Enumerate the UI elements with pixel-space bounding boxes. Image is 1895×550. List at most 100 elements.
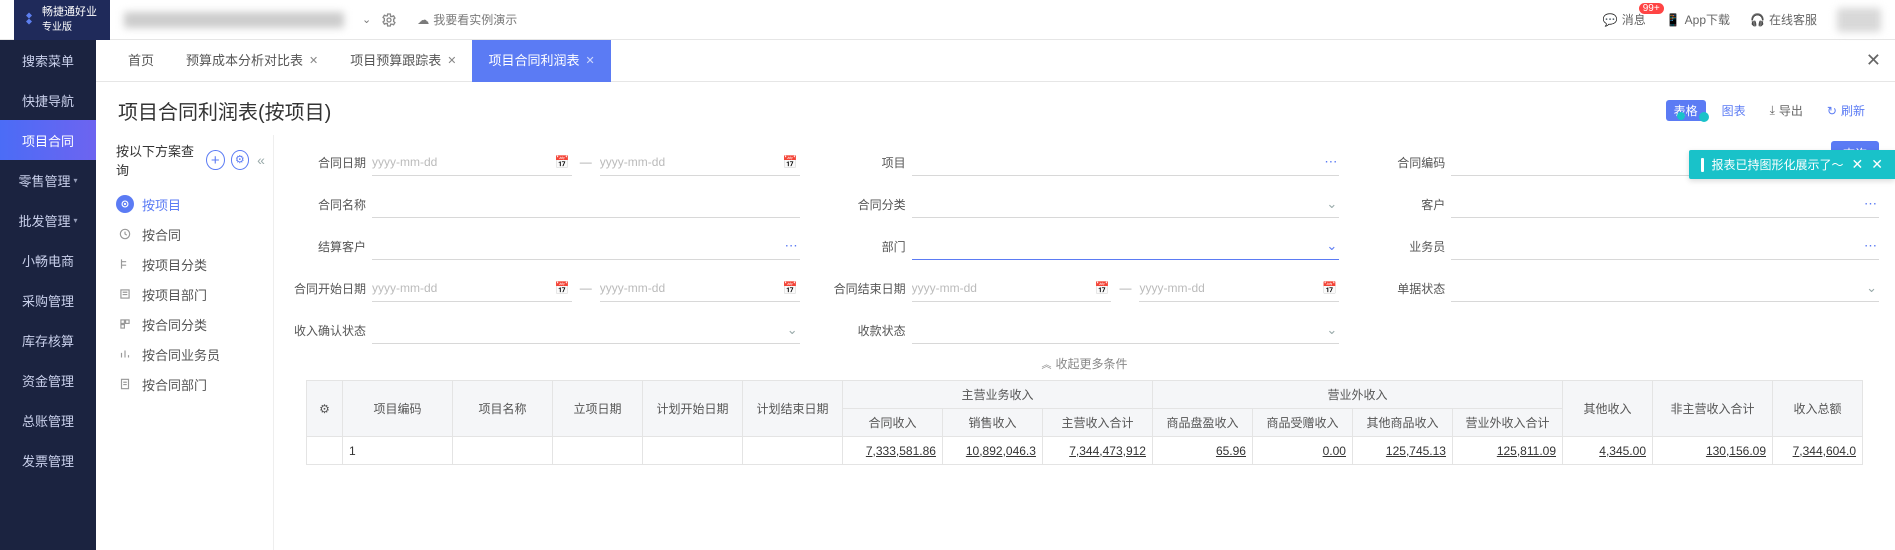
field-collect-status: 收款状态⌄: [830, 309, 1340, 351]
col-goods-gift[interactable]: 商品受赠收入: [1252, 409, 1352, 437]
contract-end-from[interactable]: [912, 281, 1112, 295]
scheme-by-salesman[interactable]: 按合同业务员: [116, 339, 265, 369]
scheme-by-contract[interactable]: 按合同: [116, 219, 265, 249]
table-settings-button[interactable]: ⚙: [306, 381, 342, 437]
close-icon[interactable]: ✕: [447, 40, 456, 82]
col-project-name[interactable]: 项目名称: [452, 381, 552, 437]
cloud-icon: ☁: [417, 13, 429, 27]
collect-status-input[interactable]: [912, 323, 1340, 337]
sidebar-item-procure[interactable]: 采购管理: [0, 280, 96, 320]
collapse-conditions[interactable]: ︽收起更多条件: [290, 355, 1879, 372]
gear-icon[interactable]: [381, 12, 397, 28]
close-icon[interactable]: ✕: [309, 40, 318, 82]
sidebar-item-ecommerce[interactable]: 小畅电商: [0, 240, 96, 280]
project-input[interactable]: [912, 155, 1340, 169]
refresh-button[interactable]: ↻ 刷新: [1819, 100, 1873, 121]
contract-start-from[interactable]: [372, 281, 572, 295]
col-nonop-total[interactable]: 营业外收入合计: [1452, 409, 1562, 437]
chevron-down-icon[interactable]: ⌄: [1326, 196, 1337, 212]
scheme-by-project[interactable]: 按项目: [116, 189, 265, 219]
col-sales-income[interactable]: 销售收入: [942, 409, 1042, 437]
calendar-icon[interactable]: 📅: [555, 281, 570, 295]
col-main-income-total[interactable]: 主营收入合计: [1042, 409, 1152, 437]
sidebar-item-inventory[interactable]: 库存核算: [0, 320, 96, 360]
tab-budget-cost-compare[interactable]: 预算成本分析对比表✕: [170, 40, 334, 82]
chevron-down-icon[interactable]: ⌄: [1326, 322, 1337, 338]
sidebar-item-search[interactable]: 搜索菜单: [0, 40, 96, 80]
sidebar-item-project-contract[interactable]: 项目合同: [0, 120, 96, 160]
sidebar-item-ledger[interactable]: 总账管理: [0, 400, 96, 440]
sidebar-item-invoice[interactable]: 发票管理: [0, 440, 96, 480]
messages-button[interactable]: 💬 消息 99+: [1603, 11, 1646, 28]
demo-link[interactable]: ☁ 我要看实例演示: [417, 11, 517, 28]
calendar-icon[interactable]: 📅: [783, 155, 798, 169]
tab-home[interactable]: 首页: [112, 40, 170, 82]
add-scheme-button[interactable]: +: [206, 150, 225, 170]
avatar[interactable]: [1837, 8, 1881, 32]
scheme-by-contract-cat[interactable]: 按合同分类: [116, 309, 265, 339]
ellipsis-icon[interactable]: ⋯: [1864, 196, 1877, 212]
calendar-icon[interactable]: 📅: [1095, 281, 1110, 295]
app-download-button[interactable]: 📱 App下载: [1666, 11, 1730, 28]
calendar-icon[interactable]: 📅: [783, 281, 798, 295]
collapse-scheme-icon[interactable]: «: [257, 152, 265, 168]
sidebar-item-retail[interactable]: 零售管理▾: [0, 160, 96, 200]
close-icon[interactable]: ✕: [586, 40, 595, 82]
bill-status-input[interactable]: [1451, 281, 1879, 295]
contract-end-to[interactable]: [1139, 281, 1339, 295]
view-chart-button[interactable]: 图表: [1714, 100, 1754, 121]
ellipsis-icon[interactable]: ⋯: [1324, 154, 1337, 170]
col-non-main-total[interactable]: 非主营收入合计: [1653, 381, 1773, 437]
sidebar-item-quick-nav[interactable]: 快捷导航: [0, 80, 96, 120]
contract-cat-input[interactable]: [912, 197, 1340, 211]
sidebar-item-wholesale[interactable]: 批发管理▾: [0, 200, 96, 240]
table-row[interactable]: 1 7,333,581.86 10,892,046.3 7,344,473,91…: [306, 437, 1862, 465]
salesman-input[interactable]: [1451, 239, 1879, 253]
tab-project-budget-track[interactable]: 项目预算跟踪表✕: [334, 40, 472, 82]
calendar-icon[interactable]: 📅: [555, 155, 570, 169]
calendar-icon[interactable]: 📅: [1322, 281, 1337, 295]
scheme-settings-button[interactable]: ⚙: [231, 150, 250, 170]
field-income-status: 收入确认状态⌄: [290, 309, 800, 351]
ellipsis-icon[interactable]: ⋯: [785, 238, 798, 254]
chevron-down-icon[interactable]: ⌄: [787, 322, 798, 338]
close-all-icon[interactable]: ✕: [1866, 50, 1881, 71]
chevron-down-icon[interactable]: ⌄: [1326, 238, 1337, 254]
col-plan-end[interactable]: 计划结束日期: [742, 381, 842, 437]
chevron-down-icon[interactable]: ⌄: [1866, 280, 1877, 296]
col-other-income[interactable]: 其他收入: [1563, 381, 1653, 437]
sidebar-item-funds[interactable]: 资金管理: [0, 360, 96, 400]
col-setup-date[interactable]: 立项日期: [552, 381, 642, 437]
col-income-total[interactable]: 收入总额: [1773, 381, 1863, 437]
close-icon[interactable]: ✕: [1852, 156, 1864, 173]
online-service-button[interactable]: 🎧 在线客服: [1750, 11, 1817, 28]
contract-name-input[interactable]: [372, 197, 800, 211]
scheme-by-project-cat[interactable]: 按项目分类: [116, 249, 265, 279]
grid-icon: [116, 315, 134, 333]
scheme-by-project-dept[interactable]: 按项目部门: [116, 279, 265, 309]
caret-icon: ▾: [74, 216, 78, 225]
ellipsis-icon[interactable]: ⋯: [1864, 238, 1877, 254]
col-project-code[interactable]: 项目编码: [342, 381, 452, 437]
company-name-blurred: [124, 12, 344, 28]
customer-input[interactable]: [1451, 197, 1879, 211]
export-button[interactable]: ⤓ 导出: [1762, 100, 1811, 121]
scheme-by-contract-dept[interactable]: 按合同部门: [116, 369, 265, 399]
contract-start-to[interactable]: [600, 281, 800, 295]
contract-date-from[interactable]: [372, 155, 572, 169]
col-contract-income[interactable]: 合同收入: [842, 409, 942, 437]
close-icon[interactable]: ✕: [1871, 156, 1883, 173]
contract-date-to[interactable]: [600, 155, 800, 169]
col-inventory-surplus[interactable]: 商品盘盈收入: [1152, 409, 1252, 437]
chat-icon: 💬: [1603, 13, 1618, 27]
settle-customer-input[interactable]: [372, 239, 800, 253]
list-icon: [116, 285, 134, 303]
field-bill-status: 单据状态⌄: [1369, 267, 1879, 309]
company-selector[interactable]: ⌄: [124, 12, 371, 28]
col-other-goods[interactable]: 其他商品收入: [1352, 409, 1452, 437]
chevron-up-icon: ︽: [1041, 360, 1051, 371]
col-plan-start[interactable]: 计划开始日期: [642, 381, 742, 437]
tab-project-contract-profit[interactable]: 项目合同利润表✕: [472, 40, 610, 82]
dept-input[interactable]: [912, 239, 1340, 253]
income-status-input[interactable]: [372, 323, 800, 337]
